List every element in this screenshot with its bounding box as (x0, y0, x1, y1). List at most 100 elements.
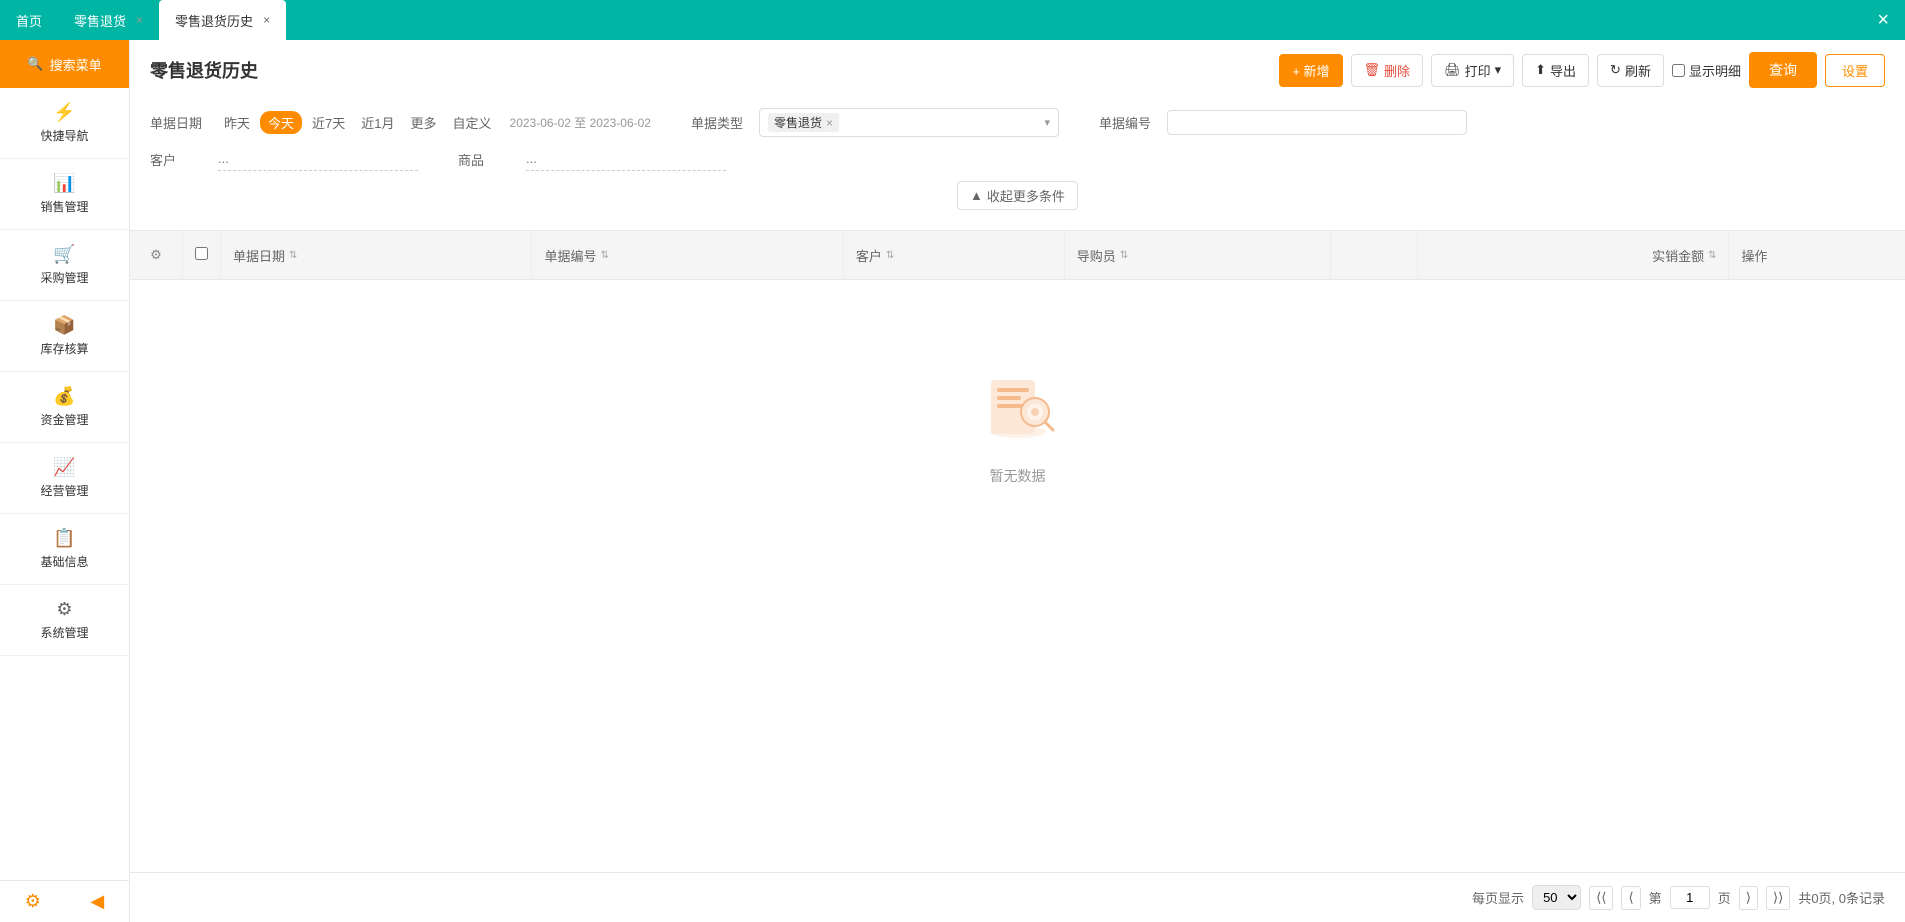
export-icon: ⬆ (1535, 62, 1546, 78)
th-no-label: 单据编号 (544, 246, 596, 265)
last-page-button[interactable]: ⟩⟩ (1766, 886, 1790, 910)
export-button[interactable]: ⬆ 导出 (1522, 54, 1589, 87)
goods-filter-field: 商品 (458, 147, 726, 171)
voucher-no-label: 单据编号 (1099, 113, 1159, 132)
voucher-no-input[interactable] (1167, 110, 1467, 135)
sidebar-item-operations[interactable]: 📈 经营管理 (0, 443, 129, 514)
tab-retail-return-history-close[interactable]: × (263, 13, 270, 27)
refresh-button[interactable]: ↻ 刷新 (1597, 54, 1664, 87)
voucher-type-chevron-icon: ▾ (1044, 116, 1050, 129)
sidebar-item-basic-info[interactable]: 📋 基础信息 (0, 514, 129, 585)
th-date-sort[interactable]: 单据日期 ⇅ (233, 246, 519, 265)
page-number-input[interactable] (1670, 886, 1710, 909)
th-amount[interactable]: 实销金额 ⇅ (1418, 231, 1729, 280)
date-opt-custom[interactable]: 自定义 (447, 111, 498, 134)
th-date-sort-icon: ⇅ (289, 250, 297, 261)
date-opt-more[interactable]: 更多 (405, 111, 443, 134)
print-button[interactable]: 🖨 打印 ▾ (1431, 54, 1514, 87)
query-button[interactable]: 查询 (1749, 52, 1817, 88)
customer-input[interactable] (218, 147, 418, 171)
page-header: 零售退货历史 + 新增 🗑 删除 🖨 打印 ▾ ⬆ 导出 (130, 40, 1905, 231)
tag-close-icon[interactable]: × (826, 116, 833, 130)
date-filter-field: 单据日期 昨天 今天 近7天 近1月 更多 自定义 2023-06-02 至 2… (150, 111, 651, 134)
first-page-button[interactable]: ⟨⟨ (1589, 886, 1613, 910)
th-guide-label: 导购员 (1077, 246, 1116, 265)
next-page-button[interactable]: ⟩ (1739, 886, 1758, 910)
th-no[interactable]: 单据编号 ⇅ (532, 231, 843, 280)
page-unit: 页 (1718, 888, 1731, 907)
sidebar-item-label: 系统管理 (40, 624, 88, 641)
th-amount-sort[interactable]: 实销金额 ⇅ (1430, 246, 1716, 265)
page-label: 第 (1649, 888, 1662, 907)
purchase-icon: 🛒 (53, 244, 75, 265)
th-action-label: 操作 (1741, 249, 1767, 264)
th-action: 操作 (1729, 231, 1905, 280)
date-options: 昨天 今天 近7天 近1月 更多 自定义 2023-06-02 至 2023-0… (218, 111, 651, 134)
sidebar-bottom: ⚙ ◀ (0, 880, 129, 922)
sidebar-item-inventory[interactable]: 📦 库存核算 (0, 301, 129, 372)
content-area: 零售退货历史 + 新增 🗑 删除 🖨 打印 ▾ ⬆ 导出 (130, 40, 1905, 922)
page-size-select[interactable]: 50 (1532, 885, 1581, 910)
goods-filter-label: 商品 (458, 150, 518, 169)
th-guide-sort-icon: ⇅ (1120, 250, 1128, 261)
th-customer-sort[interactable]: 客户 ⇅ (856, 246, 1052, 265)
goods-input[interactable] (526, 147, 726, 171)
date-opt-1month[interactable]: 近1月 (355, 111, 400, 134)
tab-retail-return-close[interactable]: × (136, 13, 143, 27)
sidebar-search[interactable]: 🔍 搜索菜单 (0, 40, 129, 88)
empty-text: 暂无数据 (990, 466, 1046, 486)
voucher-type-label: 单据类型 (691, 113, 751, 132)
sidebar-item-label: 库存核算 (40, 340, 88, 357)
customer-filter-field: 客户 (150, 147, 418, 171)
th-guide[interactable]: 导购员 ⇅ (1064, 231, 1330, 280)
sidebar-item-purchase[interactable]: 🛒 采购管理 (0, 230, 129, 301)
th-checkbox[interactable] (183, 231, 221, 280)
voucher-type-field: 单据类型 零售退货 × ▾ (691, 108, 1059, 137)
voucher-no-field: 单据编号 (1099, 110, 1467, 135)
table-settings-icon[interactable]: ⚙ (142, 241, 170, 269)
refresh-icon: ↻ (1610, 62, 1621, 78)
sidebar-item-system[interactable]: ⚙ 系统管理 (0, 585, 129, 656)
th-guide-sort[interactable]: 导购员 ⇅ (1077, 246, 1318, 265)
sidebar-item-quick-nav[interactable]: ⚡ 快捷导航 (0, 88, 129, 159)
th-amount-sort-icon: ⇅ (1708, 250, 1716, 261)
delete-icon: 🗑 (1364, 62, 1381, 78)
display-detail-checkbox-wrap[interactable]: 显示明细 (1672, 61, 1741, 80)
new-button[interactable]: + 新增 (1279, 54, 1342, 87)
sidebar: 🔍 搜索菜单 ⚡ 快捷导航 📊 销售管理 🛒 采购管理 📦 库存核算 💰 资金管… (0, 40, 130, 922)
window-close-button[interactable]: × (1877, 9, 1905, 32)
voucher-type-select[interactable]: 零售退货 × ▾ (759, 108, 1059, 137)
date-opt-today[interactable]: 今天 (260, 111, 302, 134)
date-opt-7days[interactable]: 近7天 (306, 111, 351, 134)
collapse-filters-button[interactable]: ▲ 收起更多条件 (957, 181, 1078, 210)
th-no-sort-icon: ⇅ (600, 250, 608, 261)
display-detail-checkbox[interactable] (1672, 64, 1685, 77)
sidebar-item-sales[interactable]: 📊 销售管理 (0, 159, 129, 230)
tab-retail-return[interactable]: 零售退货 × (58, 0, 159, 40)
inventory-icon: 📦 (53, 315, 75, 336)
date-opt-yesterday[interactable]: 昨天 (218, 111, 256, 134)
page-size-label: 每页显示 (1472, 888, 1524, 907)
sidebar-item-capital[interactable]: 💰 资金管理 (0, 372, 129, 443)
collapse-icon: ▲ (970, 188, 983, 203)
delete-button[interactable]: 🗑 删除 (1351, 54, 1424, 87)
table-section: ⚙ 单据日期 ⇅ 单据编号 (130, 231, 1905, 872)
set-button[interactable]: 设置 (1825, 54, 1885, 87)
tab-home[interactable]: 首页 (0, 0, 58, 40)
select-all-checkbox[interactable] (195, 247, 208, 260)
operations-icon: 📈 (53, 457, 75, 478)
filter-section: 单据日期 昨天 今天 近7天 近1月 更多 自定义 2023-06-02 至 2… (150, 100, 1885, 230)
th-customer[interactable]: 客户 ⇅ (843, 231, 1064, 280)
th-date[interactable]: 单据日期 ⇅ (221, 231, 532, 280)
settings-button[interactable]: ⚙ (25, 891, 41, 912)
tab-retail-return-history[interactable]: 零售退货历史 × (159, 0, 286, 40)
customer-filter-label: 客户 (150, 150, 210, 169)
filter-row-1: 单据日期 昨天 今天 近7天 近1月 更多 自定义 2023-06-02 至 2… (150, 108, 1885, 137)
th-customer-sort-icon: ⇅ (886, 250, 894, 261)
prev-page-button[interactable]: ⟨ (1621, 886, 1640, 910)
page-title: 零售退货历史 (150, 57, 258, 83)
basic-info-icon: 📋 (53, 528, 75, 549)
th-no-sort[interactable]: 单据编号 ⇅ (544, 246, 830, 265)
data-table: ⚙ 单据日期 ⇅ 单据编号 (130, 231, 1905, 566)
collapse-sidebar-button[interactable]: ◀ (90, 891, 104, 912)
